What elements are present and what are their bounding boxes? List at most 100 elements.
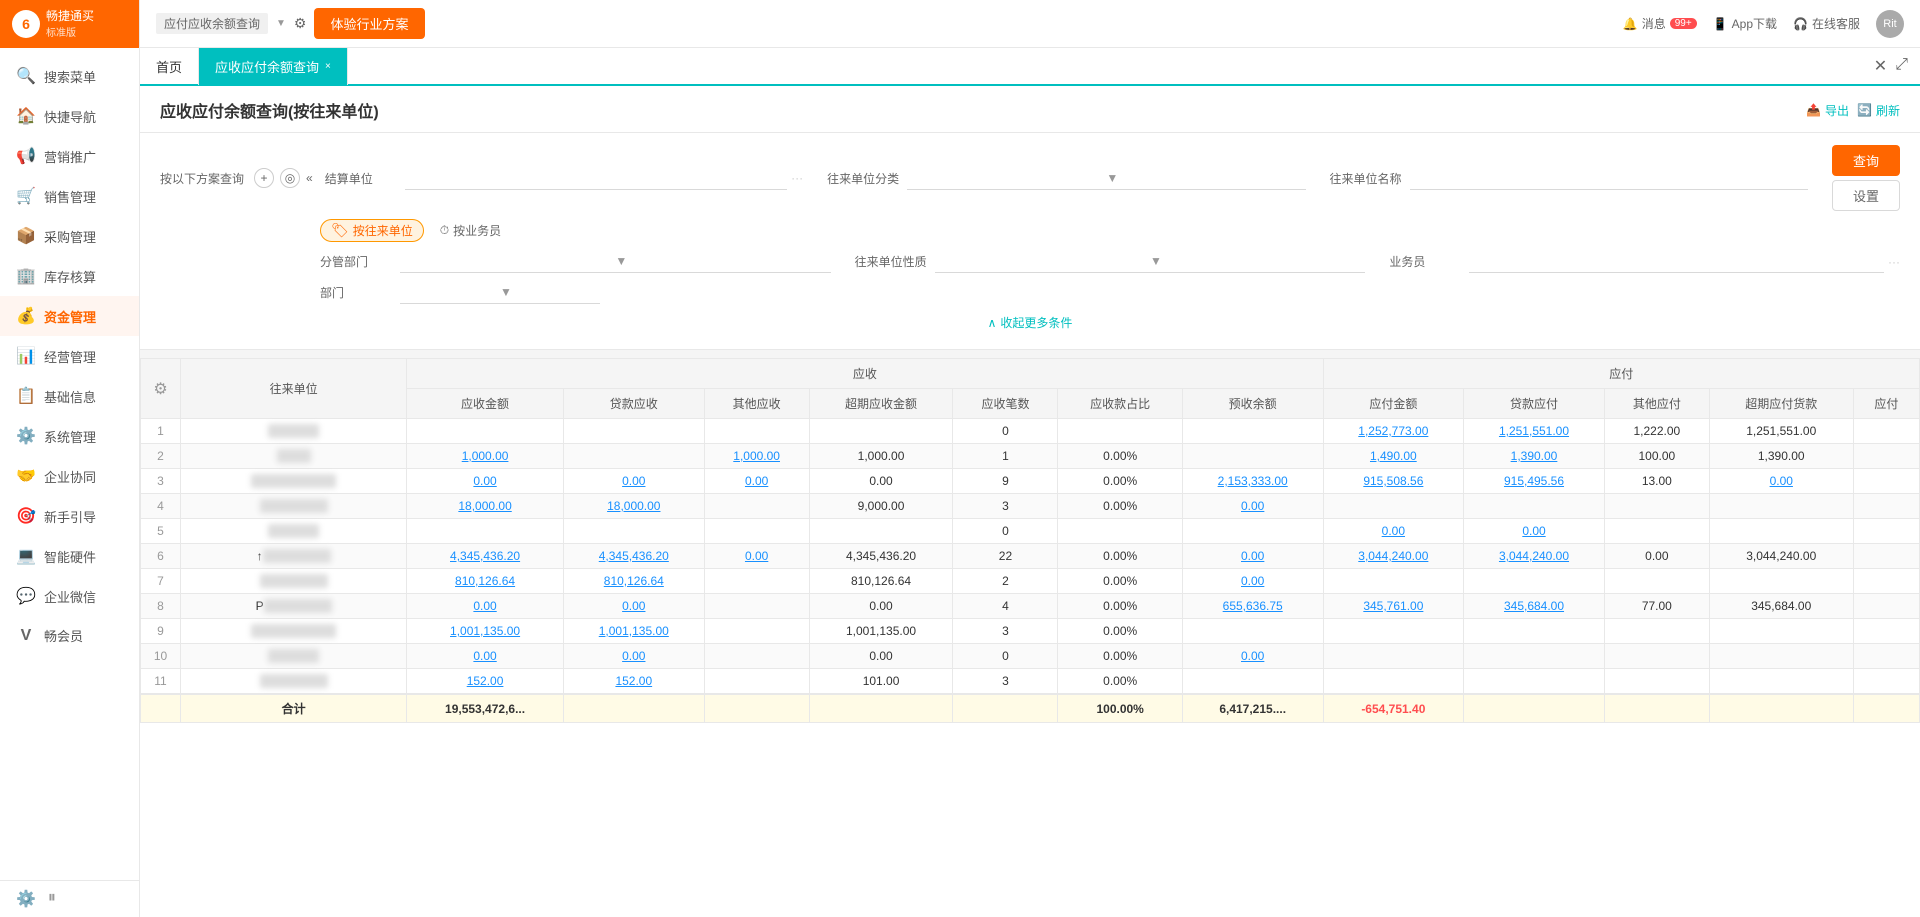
pay-amt[interactable]: 0.00	[1323, 519, 1464, 544]
pay-loan[interactable]: 0.00	[1464, 519, 1605, 544]
sidebar-item-label: 畅会员	[44, 626, 83, 645]
recv-other[interactable]: 1,000.00	[704, 444, 809, 469]
sidebar-item-guide[interactable]: 🎯 新手引导	[0, 496, 139, 536]
prepay[interactable]: 655,636.75	[1182, 594, 1323, 619]
tab-close-icon[interactable]: ×	[325, 61, 331, 72]
collab-icon: 🤝	[16, 466, 36, 486]
sidebar-item-basic[interactable]: 📋 基础信息	[0, 376, 139, 416]
pay-amt[interactable]: 3,044,240.00	[1323, 544, 1464, 569]
sidebar-item-quick[interactable]: 🏠 快捷导航	[0, 96, 139, 136]
pay-amt[interactable]: 1,490.00	[1323, 444, 1464, 469]
recv-overdue: 4,345,436.20	[809, 544, 953, 569]
pay-loan[interactable]: 915,495.56	[1464, 469, 1605, 494]
recv-loan[interactable]: 0.00	[563, 469, 704, 494]
sidebar-item-wechat[interactable]: 💬 企业微信	[0, 576, 139, 616]
recv-loan[interactable]: 18,000.00	[563, 494, 704, 519]
prepay[interactable]: 0.00	[1182, 494, 1323, 519]
recv-loan[interactable]: 0.00	[563, 644, 704, 669]
tab-home[interactable]: 首页	[140, 47, 199, 85]
sidebar-item-system[interactable]: ⚙️ 系统管理	[0, 416, 139, 456]
pay-overdue[interactable]: 0.00	[1709, 469, 1853, 494]
salesman-search-icon[interactable]: ···	[1888, 255, 1900, 269]
scheme-settings-button[interactable]: ◎	[280, 168, 300, 188]
sidebar-item-purchase[interactable]: 📦 采购管理	[0, 216, 139, 256]
sidebar-item-search[interactable]: 🔍 搜索菜单	[0, 56, 139, 96]
sidebar-item-finance[interactable]: 💰 资金管理	[0, 296, 139, 336]
settlement-unit-search-icon[interactable]: ···	[791, 171, 803, 185]
recv-ratio: 0.00%	[1058, 569, 1182, 594]
collapse-more-button[interactable]: ∧ 收起更多条件	[160, 308, 1900, 337]
recv-amt[interactable]: 1,001,135.00	[407, 619, 564, 644]
pay-loan[interactable]: 3,044,240.00	[1464, 544, 1605, 569]
query-button[interactable]: 查询	[1832, 145, 1900, 176]
topbar-gear-icon[interactable]: ⚙	[294, 15, 307, 32]
prepay[interactable]: 0.00	[1182, 544, 1323, 569]
partner-name-input[interactable]	[1410, 167, 1808, 190]
notice-button[interactable]: 🔔 消息 99+	[1623, 15, 1697, 32]
recv-other[interactable]: 0.00	[704, 544, 809, 569]
partner-category-dropdown[interactable]: ▼	[907, 167, 1305, 190]
recv-loan[interactable]: 152.00	[563, 669, 704, 695]
pay-other: 1,222.00	[1604, 419, 1709, 444]
sidebar-item-collab[interactable]: 🤝 企业协同	[0, 456, 139, 496]
recv-loan[interactable]: 1,001,135.00	[563, 619, 704, 644]
sidebar-item-inventory[interactable]: 🏢 库存核算	[0, 256, 139, 296]
pay-amt[interactable]: 345,761.00	[1323, 594, 1464, 619]
promo-button[interactable]: 体验行业方案	[314, 8, 424, 39]
recv-amt[interactable]: 0.00	[407, 594, 564, 619]
recv-loan[interactable]: 0.00	[563, 594, 704, 619]
sidebar-item-operations[interactable]: 📊 经营管理	[0, 336, 139, 376]
recv-amt[interactable]: 810,126.64	[407, 569, 564, 594]
settings-footer-icon[interactable]: ⚙️	[16, 889, 36, 909]
prepay[interactable]: 0.00	[1182, 644, 1323, 669]
breadcrumb-dropdown-icon[interactable]: ▼	[276, 18, 286, 29]
recv-loan[interactable]: 810,126.64	[563, 569, 704, 594]
pay-amt[interactable]: 1,252,773.00	[1323, 419, 1464, 444]
settlement-unit-input[interactable]	[405, 167, 787, 190]
sidebar-item-member[interactable]: V 畅会员	[0, 616, 139, 655]
recv-amt[interactable]: 18,000.00	[407, 494, 564, 519]
scheme-salesman-item[interactable]: ⏱ 按业务员	[440, 222, 501, 239]
scheme-partner-tag[interactable]: 🏷 按往来单位	[320, 219, 424, 242]
section-dept-dropdown[interactable]: ▼	[400, 281, 600, 304]
sidebar-item-hardware[interactable]: 💻 智能硬件	[0, 536, 139, 576]
recv-loan	[563, 419, 704, 444]
pay-loan[interactable]: 345,684.00	[1464, 594, 1605, 619]
pay-extra	[1853, 419, 1919, 444]
add-scheme-button[interactable]: +	[254, 168, 274, 188]
recv-amt[interactable]: 0.00	[407, 469, 564, 494]
app-download-button[interactable]: 📱 App下载	[1713, 15, 1777, 32]
refresh-button[interactable]: 🔄 刷新	[1857, 102, 1900, 119]
recv-other[interactable]: 0.00	[704, 469, 809, 494]
user-avatar[interactable]: Rit	[1876, 10, 1904, 38]
collapse-sidebar-icon[interactable]: ⏸	[48, 889, 56, 909]
export-button[interactable]: 📤 导出	[1806, 102, 1849, 119]
tab-close-window-icon[interactable]: ✕	[1874, 56, 1887, 76]
sidebar-item-sales[interactable]: 🛒 销售管理	[0, 176, 139, 216]
table-settings-gear-icon[interactable]: ⚙	[153, 381, 167, 398]
prepay[interactable]: 2,153,333.00	[1182, 469, 1323, 494]
recv-loan[interactable]: 4,345,436.20	[563, 544, 704, 569]
pay-extra	[1853, 494, 1919, 519]
pay-amt[interactable]: 915,508.56	[1323, 469, 1464, 494]
scheme-collapse-button[interactable]: «	[306, 171, 313, 185]
th-settings[interactable]: ⚙	[141, 359, 181, 419]
pay-loan[interactable]: 1,390.00	[1464, 444, 1605, 469]
settings-button[interactable]: 设置	[1832, 180, 1900, 211]
dept-dropdown[interactable]: ▼	[400, 250, 831, 273]
online-service-button[interactable]: 🎧 在线客服	[1793, 15, 1860, 32]
sidebar-item-label: 经营管理	[44, 347, 96, 366]
pay-loan[interactable]: 1,251,551.00	[1464, 419, 1605, 444]
recv-amt[interactable]: 0.00	[407, 644, 564, 669]
salesman-input[interactable]	[1469, 250, 1884, 273]
prepay[interactable]: 0.00	[1182, 569, 1323, 594]
recv-amt[interactable]: 1,000.00	[407, 444, 564, 469]
tab-maximize-icon[interactable]: ⤢	[1895, 56, 1908, 76]
recv-amt[interactable]: 152.00	[407, 669, 564, 695]
partner-nature-dropdown[interactable]: ▼	[935, 250, 1366, 273]
sidebar-item-marketing[interactable]: 📢 营销推广	[0, 136, 139, 176]
recv-amt[interactable]: 4,345,436.20	[407, 544, 564, 569]
scheme-partner-label: 按往来单位	[353, 222, 413, 239]
th-prepay: 预收余额	[1182, 389, 1323, 419]
tab-receivable-query[interactable]: 应收应付余额查询 ×	[199, 47, 348, 85]
